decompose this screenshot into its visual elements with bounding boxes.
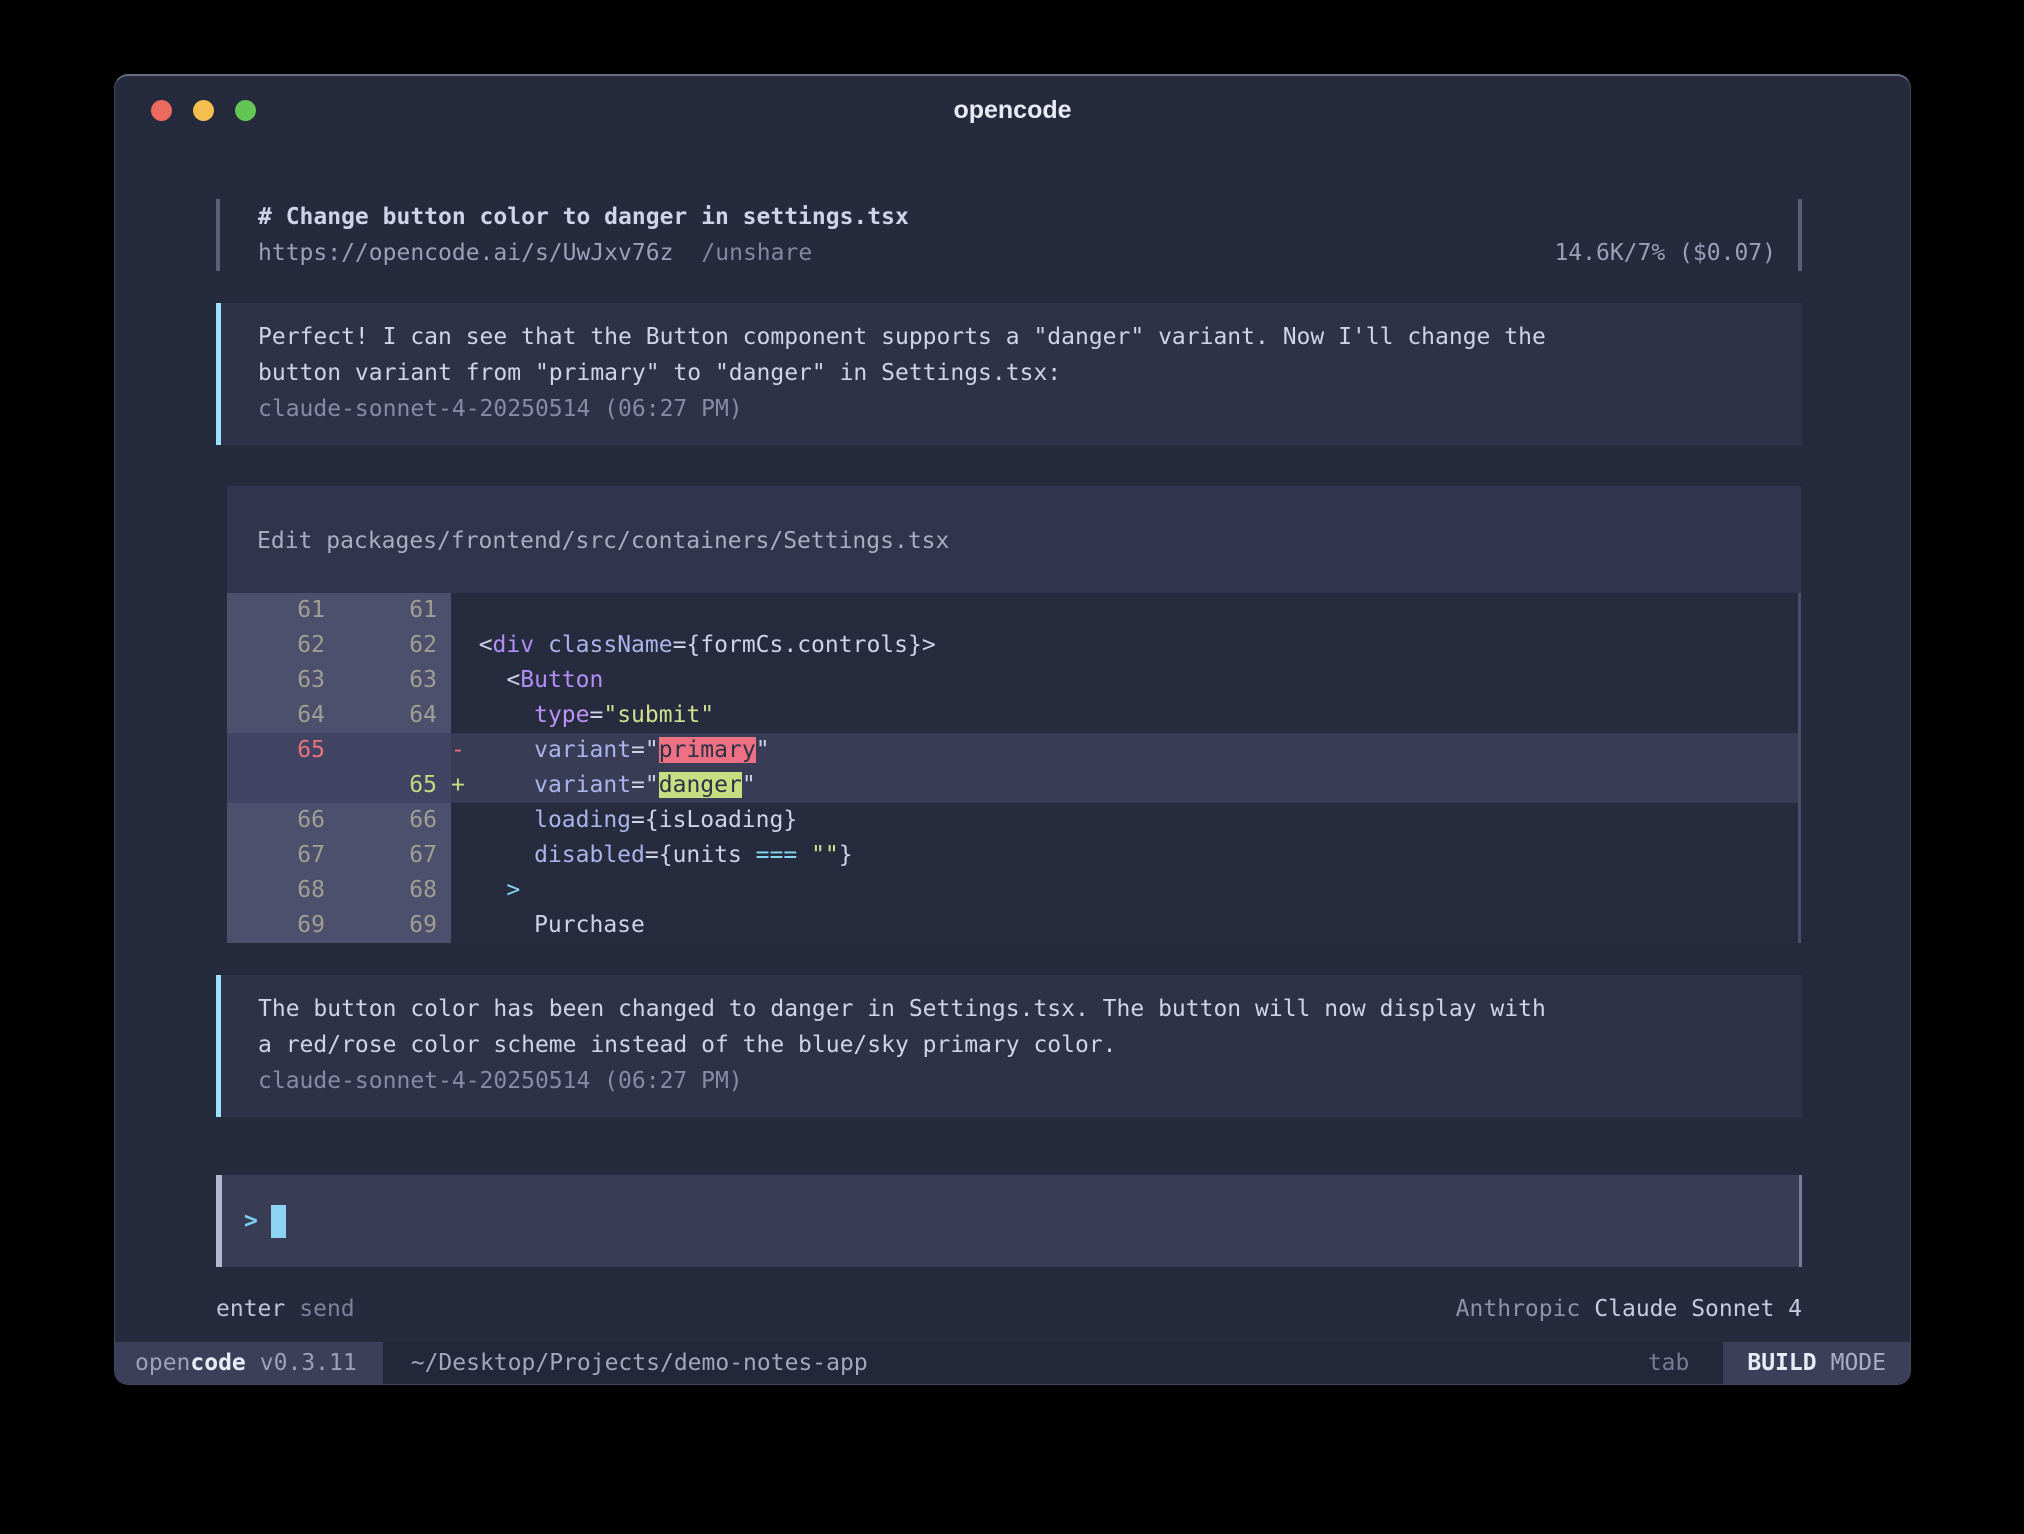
diff-code-line: disabled={units === ""} bbox=[451, 838, 1798, 873]
diff-code-line: <div className={formCs.controls}> bbox=[451, 628, 1798, 663]
edit-tool-card: Edit packages/frontend/src/containers/Se… bbox=[227, 486, 1801, 943]
old-line-number: 69 bbox=[227, 908, 325, 943]
status-bar: opencode v0.3.11 ~/Desktop/Projects/demo… bbox=[115, 1342, 1910, 1384]
old-line-number: 61 bbox=[227, 593, 325, 628]
diff-gutter: 6868 bbox=[227, 873, 451, 908]
traffic-lights bbox=[151, 76, 256, 144]
tab-key-hint[interactable]: tab bbox=[1648, 1342, 1718, 1384]
zoom-window-button[interactable] bbox=[235, 100, 256, 121]
diff-row: 6161 bbox=[227, 593, 1798, 628]
session-title: # Change button color to danger in setti… bbox=[258, 199, 909, 235]
new-line-number: 65 bbox=[325, 768, 445, 803]
diff-row: 6464 type="submit" bbox=[227, 698, 1798, 733]
app-name-open: open bbox=[135, 1350, 190, 1376]
app-version-chip: opencode v0.3.11 bbox=[115, 1342, 383, 1384]
diff-row: 6868 > bbox=[227, 873, 1798, 908]
new-line-number: 64 bbox=[325, 698, 445, 733]
app-version: v0.3.11 bbox=[260, 1350, 357, 1376]
old-line-number: 65 bbox=[227, 733, 325, 768]
prompt-input[interactable]: > bbox=[216, 1175, 1802, 1267]
diff-row: 65+ variant="danger" bbox=[227, 768, 1798, 803]
diff-gutter: 6464 bbox=[227, 698, 451, 733]
diff-code-line: type="submit" bbox=[451, 698, 1798, 733]
new-line-number: 62 bbox=[325, 628, 445, 663]
message-text-line: a red/rose color scheme instead of the b… bbox=[258, 1027, 1778, 1063]
diff-row: 6363 <Button bbox=[227, 663, 1798, 698]
hint-row: enter send Anthropic Claude Sonnet 4 bbox=[216, 1291, 1802, 1327]
session-header: # Change button color to danger in setti… bbox=[216, 199, 1802, 271]
text-cursor bbox=[271, 1205, 286, 1238]
assistant-message-2: The button color has been changed to dan… bbox=[216, 975, 1802, 1117]
new-line-number: 63 bbox=[325, 663, 445, 698]
old-line-number: 64 bbox=[227, 698, 325, 733]
working-directory: ~/Desktop/Projects/demo-notes-app bbox=[411, 1342, 868, 1384]
diff-row: 65 - variant="primary" bbox=[227, 733, 1798, 768]
diff-code-line: loading={isLoading} bbox=[451, 803, 1798, 838]
send-hint-label: send bbox=[299, 1291, 354, 1327]
diff-row: 6666 loading={isLoading} bbox=[227, 803, 1798, 838]
token-usage-stats: 14.6K/7% ($0.07) bbox=[1554, 235, 1776, 271]
new-line-number: 67 bbox=[325, 838, 445, 873]
title-bar: opencode bbox=[115, 76, 1910, 144]
main-content: # Change button color to danger in setti… bbox=[115, 144, 1910, 1342]
edit-tool-title: Edit packages/frontend/src/containers/Se… bbox=[227, 486, 1801, 593]
message-text-line: The button color has been changed to dan… bbox=[258, 991, 1778, 1027]
diff-code-line: <Button bbox=[451, 663, 1798, 698]
diff-code-line bbox=[451, 593, 1798, 628]
diff-rows: 61616262 <div className={formCs.controls… bbox=[227, 593, 1801, 943]
diff-gutter: 65 bbox=[227, 768, 451, 803]
message-text-line: Perfect! I can see that the Button compo… bbox=[258, 319, 1778, 355]
diff-gutter: 65 bbox=[227, 733, 451, 768]
new-line-number: 61 bbox=[325, 593, 445, 628]
old-line-number: 68 bbox=[227, 873, 325, 908]
diff-gutter: 6161 bbox=[227, 593, 451, 628]
provider-label: Anthropic bbox=[1456, 1291, 1581, 1327]
window-title: opencode bbox=[953, 96, 1071, 125]
model-label: Claude Sonnet 4 bbox=[1594, 1291, 1802, 1327]
prompt-symbol: > bbox=[244, 1208, 258, 1234]
diff-gutter: 6262 bbox=[227, 628, 451, 663]
diff-gutter: 6363 bbox=[227, 663, 451, 698]
new-line-number bbox=[325, 733, 445, 768]
diff-row: 6262 <div className={formCs.controls}> bbox=[227, 628, 1798, 663]
close-window-button[interactable] bbox=[151, 100, 172, 121]
mode-chip[interactable]: BUILD MODE bbox=[1717, 1342, 1910, 1384]
new-line-number: 68 bbox=[325, 873, 445, 908]
app-window: opencode # Change button color to danger… bbox=[114, 74, 1911, 1385]
message-text-line: button variant from "primary" to "danger… bbox=[258, 355, 1778, 391]
diff-code-line: - variant="primary" bbox=[451, 733, 1798, 768]
old-line-number: 63 bbox=[227, 663, 325, 698]
mode-suffix: MODE bbox=[1831, 1350, 1886, 1376]
app-name-code: code bbox=[190, 1350, 245, 1376]
unshare-command[interactable]: /unshare bbox=[701, 235, 812, 271]
minimize-window-button[interactable] bbox=[193, 100, 214, 121]
message-model-meta: claude-sonnet-4-20250514 (06:27 PM) bbox=[258, 1063, 1778, 1099]
old-line-number: 62 bbox=[227, 628, 325, 663]
new-line-number: 69 bbox=[325, 908, 445, 943]
message-model-meta: claude-sonnet-4-20250514 (06:27 PM) bbox=[258, 391, 1778, 427]
diff-row: 6969 Purchase bbox=[227, 908, 1798, 943]
new-line-number: 66 bbox=[325, 803, 445, 838]
old-line-number: 67 bbox=[227, 838, 325, 873]
share-url-link[interactable]: https://opencode.ai/s/UwJxv76z bbox=[258, 235, 673, 271]
diff-gutter: 6666 bbox=[227, 803, 451, 838]
assistant-message-1: Perfect! I can see that the Button compo… bbox=[216, 303, 1802, 445]
old-line-number bbox=[227, 768, 325, 803]
enter-key-hint: enter bbox=[216, 1291, 285, 1327]
diff-code-line: > bbox=[451, 873, 1798, 908]
diff-gutter: 6969 bbox=[227, 908, 451, 943]
diff-code-line: Purchase bbox=[451, 908, 1798, 943]
diff-code-line: + variant="danger" bbox=[451, 768, 1798, 803]
mode-name: BUILD bbox=[1747, 1350, 1816, 1376]
old-line-number: 66 bbox=[227, 803, 325, 838]
diff-row: 6767 disabled={units === ""} bbox=[227, 838, 1798, 873]
diff-gutter: 6767 bbox=[227, 838, 451, 873]
